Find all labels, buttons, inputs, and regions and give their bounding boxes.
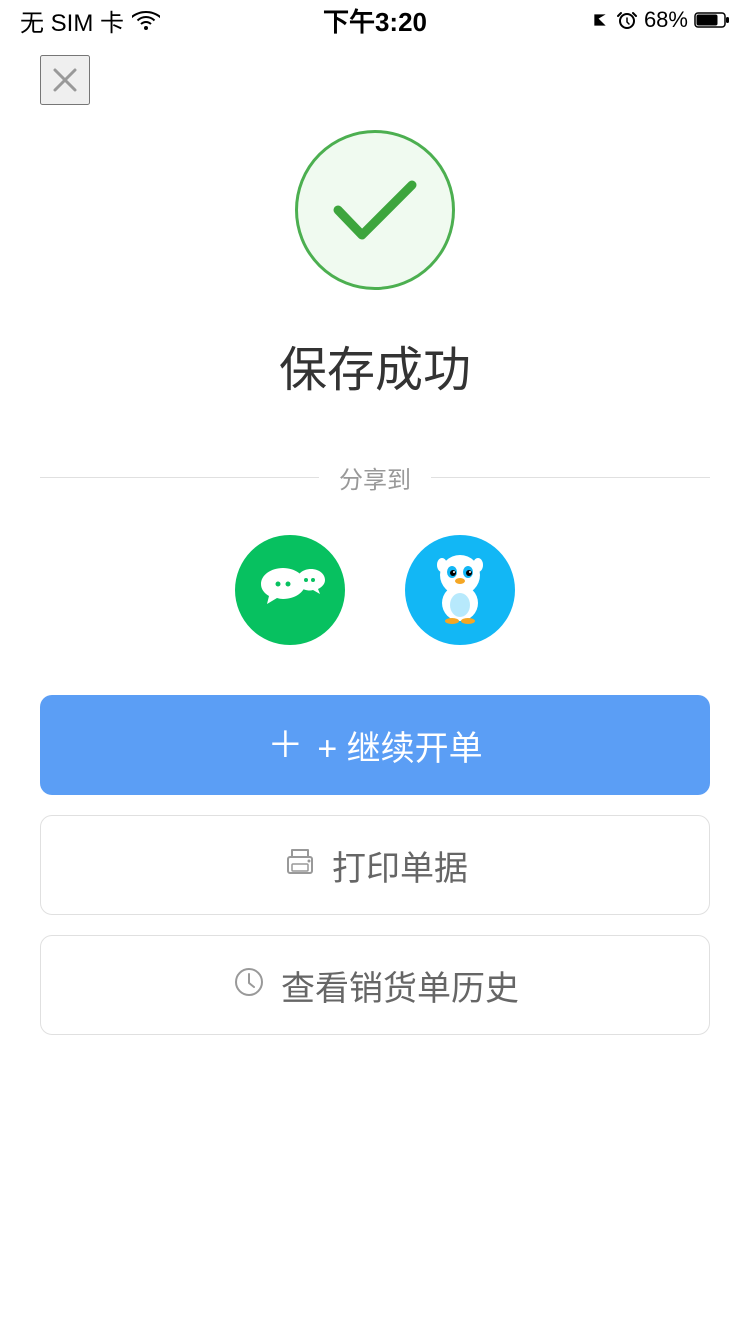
divider-line-left bbox=[40, 477, 319, 478]
status-bar: 无 SIM 卡 下午3:20 68% bbox=[0, 0, 750, 40]
checkmark-icon bbox=[330, 175, 420, 245]
share-divider: 分享到 bbox=[0, 460, 750, 495]
continue-label: + 继续开单 bbox=[317, 721, 482, 770]
qq-logo bbox=[428, 553, 493, 628]
continue-button[interactable]: ＋ + 继续开单 bbox=[40, 695, 710, 795]
status-left: 无 SIM 卡 bbox=[20, 3, 160, 38]
no-sim-text: 无 SIM 卡 bbox=[20, 3, 124, 38]
clock-svg bbox=[231, 964, 267, 1000]
success-icon-circle bbox=[295, 130, 455, 290]
share-label: 分享到 bbox=[319, 460, 431, 495]
wechat-logo bbox=[255, 560, 325, 620]
printer-svg bbox=[282, 844, 318, 880]
printer-icon bbox=[282, 844, 318, 886]
wifi-icon bbox=[132, 10, 160, 30]
clock-icon bbox=[231, 964, 267, 1006]
action-buttons: ＋ + 继续开单 打印单据 查看销货单历 bbox=[0, 695, 750, 1035]
battery-percent: 68% bbox=[644, 7, 688, 33]
location-icon bbox=[590, 10, 610, 30]
close-icon bbox=[49, 64, 81, 96]
qq-share-button[interactable] bbox=[405, 535, 515, 645]
plus-icon: ＋ bbox=[267, 727, 303, 763]
status-time: 下午3:20 bbox=[323, 2, 427, 39]
alarm-icon bbox=[616, 9, 638, 31]
battery-icon bbox=[694, 11, 730, 29]
wechat-share-button[interactable] bbox=[235, 535, 345, 645]
success-title: 保存成功 bbox=[279, 330, 471, 400]
share-icons bbox=[235, 535, 515, 645]
share-section: 分享到 bbox=[0, 460, 750, 645]
close-button[interactable] bbox=[40, 55, 90, 105]
main-content: 保存成功 分享到 bbox=[0, 40, 750, 1035]
divider-line-right bbox=[431, 477, 710, 478]
print-label: 打印单据 bbox=[332, 841, 468, 890]
status-right: 68% bbox=[590, 7, 730, 33]
print-button[interactable]: 打印单据 bbox=[40, 815, 710, 915]
history-label: 查看销货单历史 bbox=[281, 961, 519, 1010]
history-button[interactable]: 查看销货单历史 bbox=[40, 935, 710, 1035]
